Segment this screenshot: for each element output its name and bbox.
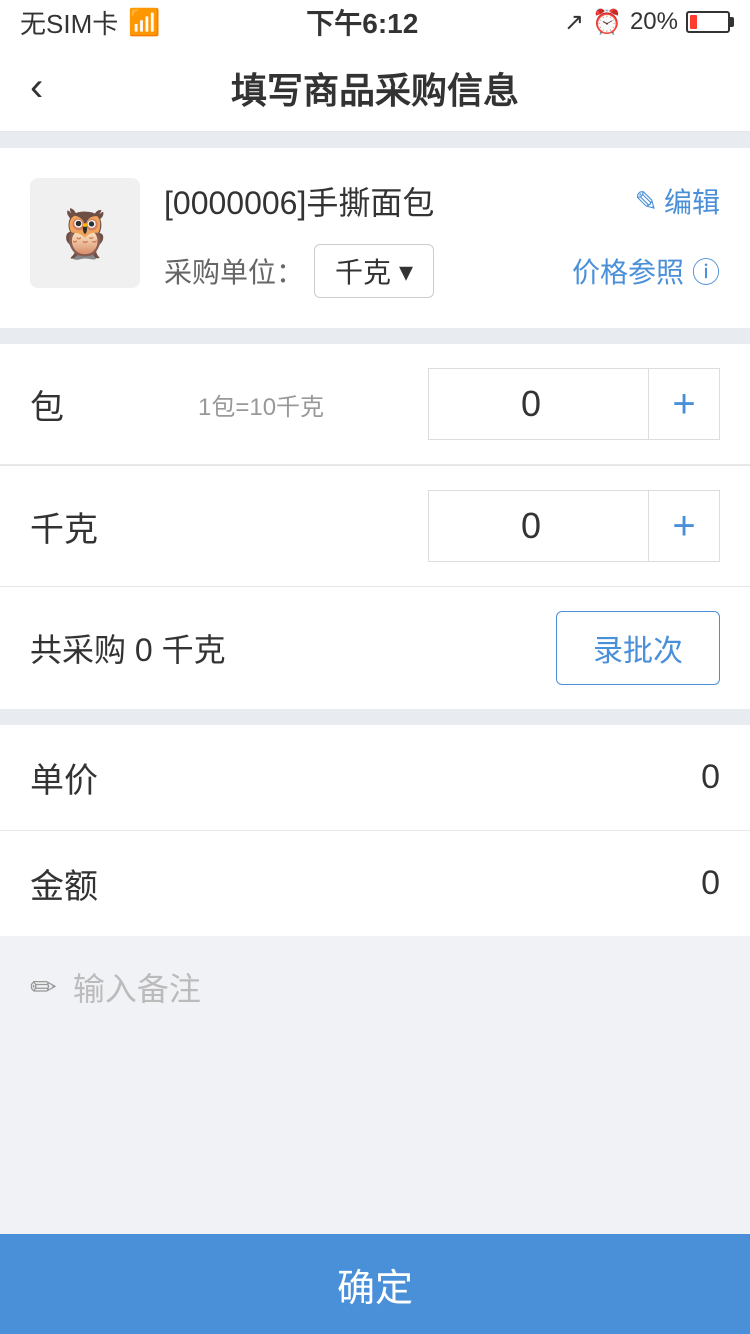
product-image: 🦉 [30, 178, 140, 288]
status-left: 无SIM卡 📶 [20, 4, 161, 41]
bao-input[interactable] [428, 368, 648, 440]
divider-top [0, 132, 750, 148]
wifi-icon: 📶 [128, 7, 160, 38]
alarm-icon: ⏰ [592, 8, 622, 37]
battery-indicator [686, 11, 730, 33]
bao-input-row: 包 1包=10千克 + [0, 344, 750, 465]
bao-label: 包 [30, 380, 190, 429]
carrier-label: 无SIM卡 [20, 4, 118, 41]
product-owl-icon: 🦉 [55, 205, 115, 262]
product-name-row: [0000006]手撕面包 ✎ 编辑 [164, 178, 720, 224]
bao-plus-button[interactable]: + [648, 368, 720, 440]
unit-left: 采购单位： 千克 ▾ [164, 244, 434, 298]
price-section: 单价 0 金额 0 [0, 725, 750, 936]
unit-select[interactable]: 千克 ▾ [314, 244, 434, 298]
kg-label: 千克 [30, 502, 190, 551]
remark-icon: ✏ [30, 968, 57, 1006]
price-ref[interactable]: 价格参照 ⓘ [572, 251, 720, 291]
amount-value: 0 [701, 864, 720, 903]
status-bar: 无SIM卡 📶 下午6:12 ↗ ⏰ 20% [0, 0, 750, 44]
price-ref-icon: ⓘ [692, 251, 720, 291]
summary-row: 共采购 0 千克 录批次 [0, 587, 750, 709]
status-time: 下午6:12 [306, 2, 418, 42]
location-icon: ↗ [564, 8, 584, 37]
remark-placeholder: 输入备注 [73, 964, 201, 1010]
back-button[interactable]: ‹ [30, 65, 43, 110]
unit-label: 采购单位： [164, 251, 304, 291]
edit-icon: ✎ [635, 185, 658, 218]
battery-pct: 20% [630, 8, 678, 36]
bao-sublabel: 1包=10千克 [198, 387, 324, 422]
kg-input-wrap: + [428, 490, 720, 562]
status-right: ↗ ⏰ 20% [564, 8, 730, 37]
unit-price-row: 单价 0 [0, 725, 750, 831]
price-ref-label: 价格参照 [572, 251, 684, 291]
divider-product [0, 328, 750, 344]
product-info: [0000006]手撕面包 ✎ 编辑 采购单位： 千克 ▾ 价格参照 ⓘ [164, 178, 720, 298]
kg-input[interactable] [428, 490, 648, 562]
bao-input-wrap: + [428, 368, 720, 440]
product-name: [0000006]手撕面包 [164, 178, 434, 224]
unit-price-value: 0 [701, 758, 720, 797]
batch-button[interactable]: 录批次 [556, 611, 720, 685]
amount-row: 金额 0 [0, 831, 750, 936]
kg-plus-button[interactable]: + [648, 490, 720, 562]
summary-text: 共采购 0 千克 [30, 625, 226, 671]
amount-label: 金额 [30, 859, 98, 908]
page-title: 填写商品采购信息 [231, 62, 519, 114]
remark-section[interactable]: ✏ 输入备注 [0, 936, 750, 1038]
confirm-button[interactable]: 确定 [0, 1234, 750, 1334]
unit-price-label: 单价 [30, 753, 98, 802]
unit-arrow-icon: ▾ [399, 255, 413, 288]
edit-button[interactable]: ✎ 编辑 [635, 181, 720, 221]
divider-summary-bottom [0, 709, 750, 725]
product-unit-row: 采购单位： 千克 ▾ 价格参照 ⓘ [164, 244, 720, 298]
confirm-label: 确定 [337, 1257, 413, 1312]
nav-bar: ‹ 填写商品采购信息 [0, 44, 750, 132]
unit-value: 千克 [335, 251, 391, 291]
kg-input-row: 千克 + [0, 466, 750, 586]
product-card: 🦉 [0000006]手撕面包 ✎ 编辑 采购单位： 千克 ▾ [0, 148, 750, 328]
bottom-spacer [0, 1038, 750, 1138]
edit-label: 编辑 [664, 181, 720, 221]
input-section: 包 1包=10千克 + 千克 + [0, 344, 750, 586]
